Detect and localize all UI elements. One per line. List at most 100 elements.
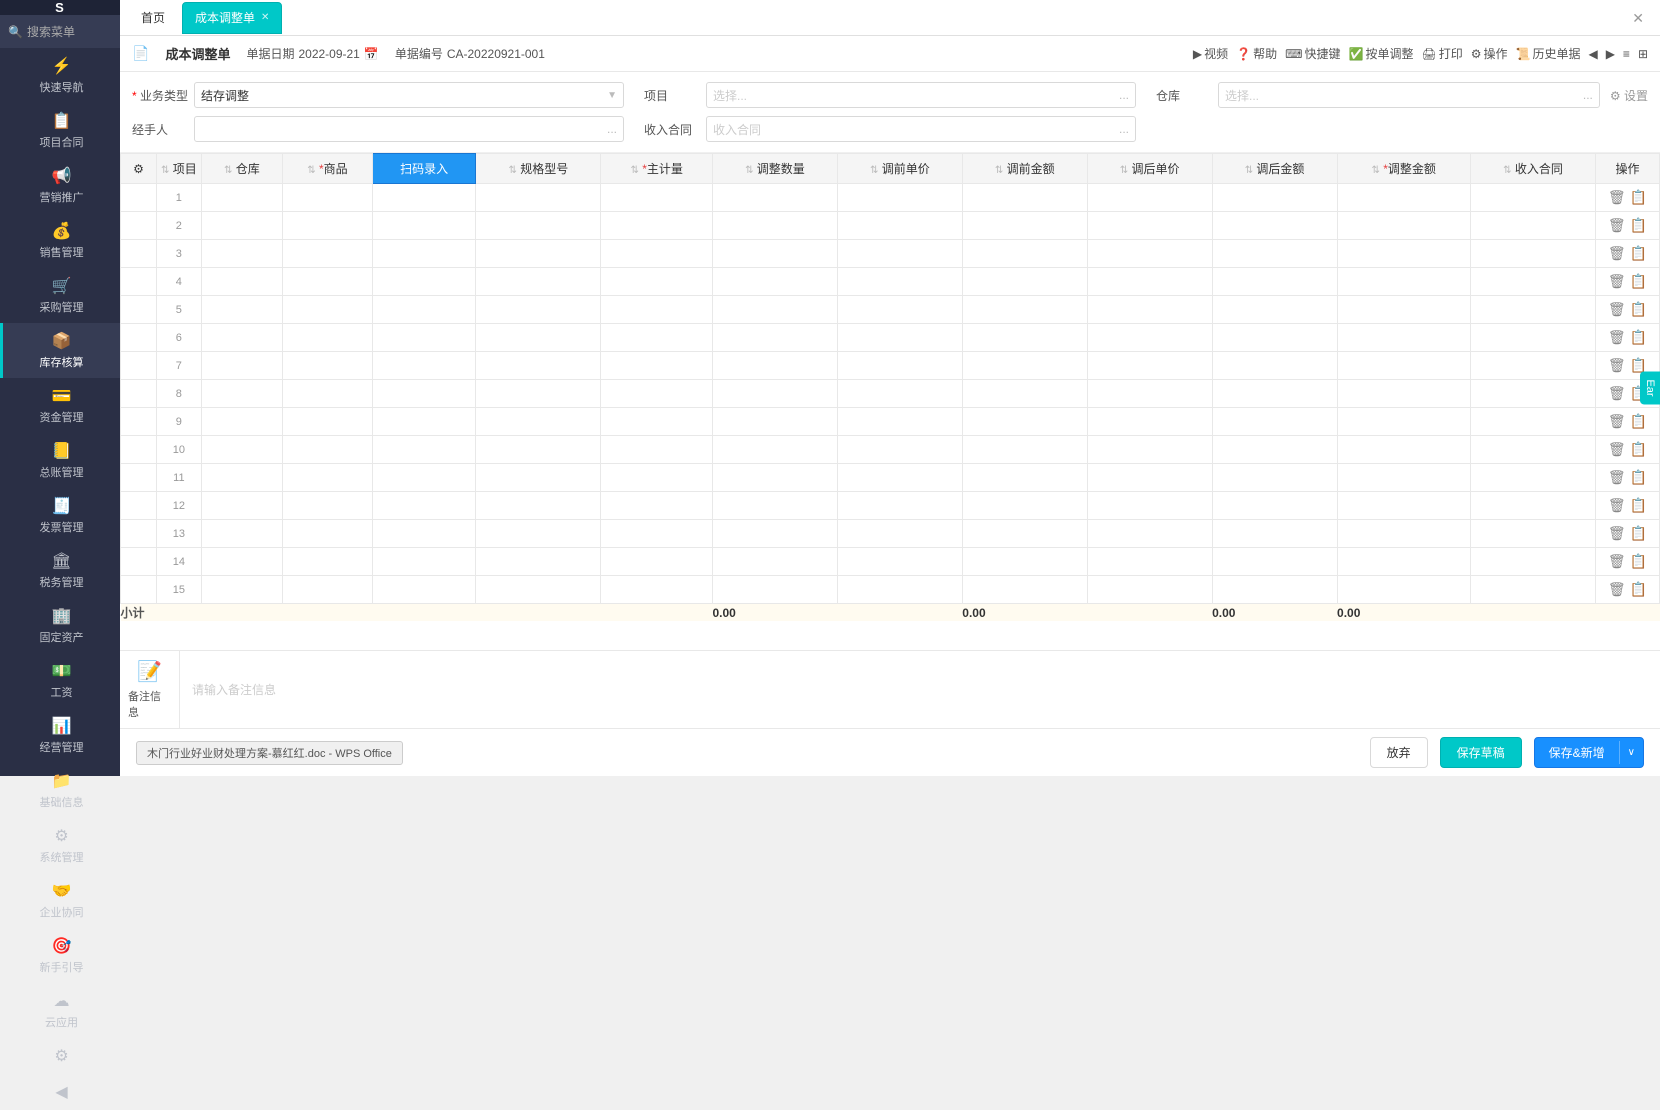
row-adjust-qty[interactable] — [712, 184, 837, 212]
delete-row-button[interactable]: 🗑 — [1608, 581, 1626, 598]
sidebar-item-enterprise[interactable]: 🤝企业协同 — [0, 873, 120, 928]
row-unit[interactable] — [601, 520, 713, 548]
copy-row-button[interactable]: 📋 — [1630, 217, 1647, 234]
row-product[interactable] — [283, 492, 373, 520]
sidebar-item-basic-info[interactable]: 📁基础信息 — [0, 763, 120, 818]
row-before-price[interactable] — [837, 380, 962, 408]
row-product[interactable] — [283, 520, 373, 548]
row-income-contract[interactable] — [1470, 576, 1595, 604]
sidebar-item-invoice[interactable]: 🧾发票管理 — [0, 488, 120, 543]
row-project[interactable] — [201, 492, 282, 520]
sidebar-item-settings[interactable]: ⚙ — [0, 1038, 120, 1074]
delete-row-button[interactable]: 🗑 — [1608, 469, 1626, 486]
row-before-amount[interactable] — [962, 296, 1087, 324]
row-income-contract[interactable] — [1470, 548, 1595, 576]
action-check-form[interactable]: ✅ 按单调整 — [1348, 45, 1413, 62]
row-product[interactable] — [283, 184, 373, 212]
delete-row-button[interactable]: 🗑 — [1608, 441, 1626, 458]
row-scan[interactable] — [372, 184, 476, 212]
row-project[interactable] — [201, 520, 282, 548]
delete-row-button[interactable]: 🗑 — [1608, 329, 1626, 346]
row-after-amount[interactable] — [1212, 268, 1337, 296]
row-after-price[interactable] — [1087, 184, 1212, 212]
row-before-amount[interactable] — [962, 184, 1087, 212]
sidebar-item-sales[interactable]: 💰销售管理 — [0, 213, 120, 268]
row-before-price[interactable] — [837, 436, 962, 464]
tab-close-icon[interactable]: ✕ — [261, 12, 269, 23]
delete-row-button[interactable]: 🗑 — [1608, 301, 1626, 318]
row-after-amount[interactable] — [1212, 520, 1337, 548]
row-before-amount[interactable] — [962, 520, 1087, 548]
row-before-amount[interactable] — [962, 548, 1087, 576]
row-project[interactable] — [201, 576, 282, 604]
row-product[interactable] — [283, 352, 373, 380]
sidebar-item-ledger[interactable]: 📒总账管理 — [0, 433, 120, 488]
action-help[interactable]: ❓ 帮助 — [1236, 45, 1277, 62]
row-before-price[interactable] — [837, 492, 962, 520]
sidebar-item-collapse[interactable]: ◀ — [0, 1074, 120, 1110]
sidebar-item-payroll[interactable]: 💵工资 — [0, 653, 120, 708]
row-product[interactable] — [283, 576, 373, 604]
row-product[interactable] — [283, 240, 373, 268]
row-after-price[interactable] — [1087, 352, 1212, 380]
row-adjust-qty[interactable] — [712, 380, 837, 408]
row-income-contract[interactable] — [1470, 492, 1595, 520]
row-before-amount[interactable] — [962, 324, 1087, 352]
row-scan[interactable] — [372, 492, 476, 520]
tab-home[interactable]: 首页 — [128, 2, 178, 34]
delete-row-button[interactable]: 🗑 — [1608, 273, 1626, 290]
sidebar-item-purchase[interactable]: 🛒采购管理 — [0, 268, 120, 323]
row-project[interactable] — [201, 408, 282, 436]
row-scan[interactable] — [372, 352, 476, 380]
row-adjust-amount[interactable] — [1337, 240, 1470, 268]
row-income-contract[interactable] — [1470, 352, 1595, 380]
sidebar-item-system[interactable]: ⚙系统管理 — [0, 818, 120, 873]
row-before-price[interactable] — [837, 184, 962, 212]
sidebar-item-finance[interactable]: 💳资金管理 — [0, 378, 120, 433]
discard-button[interactable]: 放弃 — [1370, 737, 1428, 768]
copy-row-button[interactable]: 📋 — [1630, 413, 1647, 430]
action-view[interactable]: ▶ 视频 — [1193, 45, 1228, 62]
action-shortcuts[interactable]: ⌨ 快捷键 — [1285, 45, 1340, 62]
row-after-price[interactable] — [1087, 212, 1212, 240]
row-after-price[interactable] — [1087, 240, 1212, 268]
row-scan[interactable] — [372, 212, 476, 240]
row-product[interactable] — [283, 548, 373, 576]
sidebar-item-project-contract[interactable]: 📋项目合同 — [0, 103, 120, 158]
row-after-amount[interactable] — [1212, 240, 1337, 268]
row-before-amount[interactable] — [962, 380, 1087, 408]
delete-row-button[interactable]: 🗑 — [1608, 497, 1626, 514]
row-income-contract[interactable] — [1470, 184, 1595, 212]
row-before-amount[interactable] — [962, 464, 1087, 492]
row-after-price[interactable] — [1087, 548, 1212, 576]
save-new-arrow[interactable]: ∨ — [1619, 741, 1643, 764]
project-input[interactable]: 选择... ... — [706, 82, 1136, 108]
row-adjust-amount[interactable] — [1337, 380, 1470, 408]
row-after-price[interactable] — [1087, 296, 1212, 324]
row-unit[interactable] — [601, 576, 713, 604]
row-after-amount[interactable] — [1212, 408, 1337, 436]
right-edge-tab[interactable]: Ear — [1640, 371, 1660, 404]
row-income-contract[interactable] — [1470, 464, 1595, 492]
row-unit[interactable] — [601, 436, 713, 464]
row-spec[interactable] — [476, 184, 601, 212]
row-spec[interactable] — [476, 548, 601, 576]
row-after-amount[interactable] — [1212, 352, 1337, 380]
row-scan[interactable] — [372, 436, 476, 464]
row-adjust-qty[interactable] — [712, 492, 837, 520]
delete-row-button[interactable]: 🗑 — [1608, 525, 1626, 542]
row-product[interactable] — [283, 464, 373, 492]
row-product[interactable] — [283, 324, 373, 352]
delete-row-button[interactable]: 🗑 — [1608, 189, 1626, 206]
row-unit[interactable] — [601, 184, 713, 212]
row-product[interactable] — [283, 296, 373, 324]
row-adjust-amount[interactable] — [1337, 436, 1470, 464]
row-scan[interactable] — [372, 576, 476, 604]
action-print[interactable]: 🖨 打印 — [1421, 45, 1462, 62]
row-unit[interactable] — [601, 464, 713, 492]
row-adjust-qty[interactable] — [712, 576, 837, 604]
copy-row-button[interactable]: 📋 — [1630, 469, 1647, 486]
row-before-amount[interactable] — [962, 352, 1087, 380]
row-project[interactable] — [201, 324, 282, 352]
save-draft-button[interactable]: 保存草稿 — [1440, 737, 1522, 768]
